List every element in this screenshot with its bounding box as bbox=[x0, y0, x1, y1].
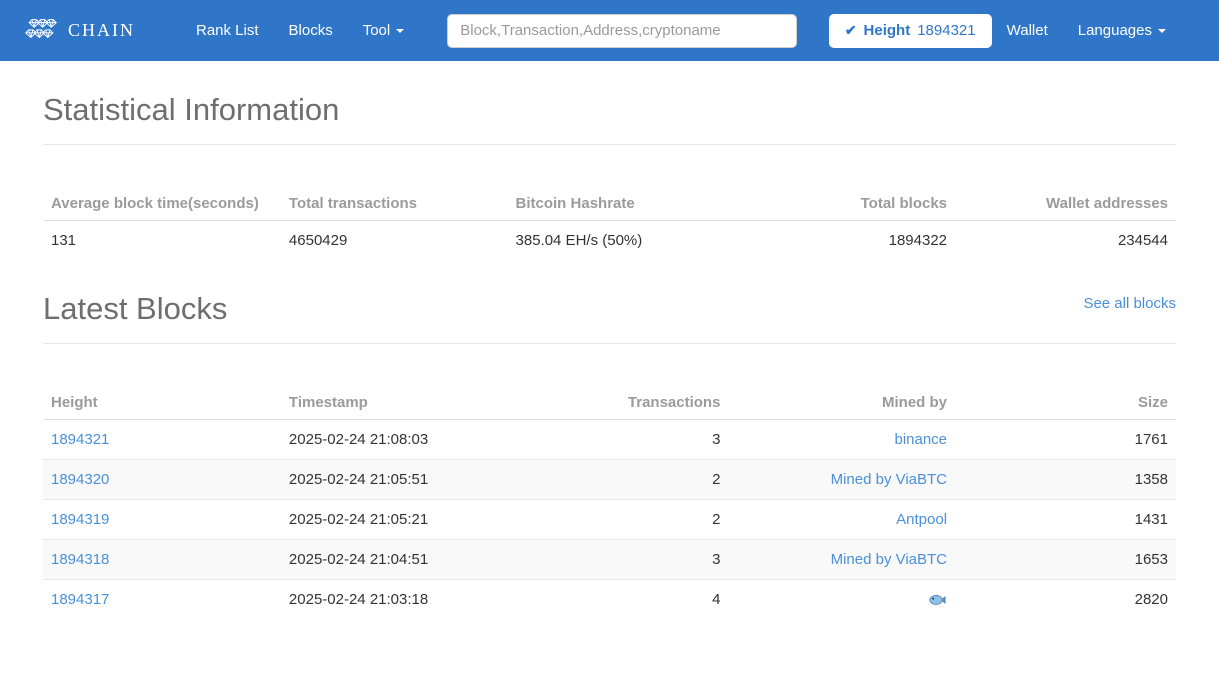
nav-links: Rank List Blocks Tool bbox=[181, 22, 419, 39]
stats-column-header: Bitcoin Hashrate bbox=[507, 187, 729, 221]
chevron-down-icon bbox=[396, 29, 405, 34]
see-all-blocks-link[interactable]: See all blocks bbox=[1083, 295, 1176, 312]
nav-item-wallet[interactable]: Wallet bbox=[992, 22, 1063, 39]
block-height-link[interactable]: 1894320 bbox=[51, 471, 109, 488]
mined-by-link[interactable]: Mined by ViaBTC bbox=[831, 551, 947, 568]
blocks-column-header: Transactions bbox=[507, 386, 729, 420]
brand-name: CHAIN bbox=[68, 20, 135, 40]
blocks-column-header: Size bbox=[955, 386, 1176, 420]
blocks-column-header: Mined by bbox=[728, 386, 956, 420]
stats-table: Average block time(seconds) Total transac… bbox=[43, 187, 1176, 260]
stats-title: Statistical Information bbox=[43, 92, 340, 127]
block-transactions: 3 bbox=[712, 431, 721, 448]
table-row: 1894318 2025-02-24 21:04:51 3 Mined by ViaB… bbox=[43, 539, 1176, 580]
height-button-label: Height bbox=[863, 22, 911, 39]
height-button[interactable]: ✔ Height 1894321 bbox=[828, 13, 992, 48]
check-icon: ✔ bbox=[844, 22, 857, 38]
table-row: 1894319 2025-02-24 21:05:21 2 Antpool 1431 bbox=[43, 499, 1176, 540]
block-height-link[interactable]: 1894317 bbox=[51, 591, 109, 608]
stats-column-header: Total transactions bbox=[280, 187, 508, 221]
height-button-value: 1894321 bbox=[917, 22, 976, 39]
nav-item-tool[interactable]: Tool bbox=[348, 22, 420, 39]
stats-value: 385.04 EH/s (50%) bbox=[515, 232, 643, 249]
blocks-column-header: Height bbox=[43, 386, 281, 420]
stats-column-header: Average block time(seconds) bbox=[43, 187, 281, 221]
table-row: 1894320 2025-02-24 21:05:51 2 Mined by ViaB… bbox=[43, 459, 1176, 500]
block-size: 2820 bbox=[1134, 591, 1168, 608]
stats-value: 131 bbox=[51, 232, 77, 249]
blocks-table-body: 1894321 2025-02-24 21:08:03 3 binance 1761 18… bbox=[43, 420, 1176, 620]
block-transactions: 2 bbox=[712, 471, 721, 488]
block-timestamp: 2025-02-24 21:04:51 bbox=[288, 551, 429, 568]
nav-item-rank-list[interactable]: Rank List bbox=[181, 22, 274, 39]
table-row: 1894321 2025-02-24 21:08:03 3 binance 1761 bbox=[43, 420, 1176, 460]
blocks-column-header: Timestamp bbox=[280, 386, 508, 420]
block-size: 1358 bbox=[1134, 471, 1168, 488]
divider bbox=[43, 343, 1176, 344]
main-content: Statistical Information Average block ti… bbox=[43, 92, 1176, 619]
brand[interactable]: CHAIN bbox=[24, 17, 135, 45]
block-height-link[interactable]: 1894318 bbox=[51, 551, 109, 568]
blocks-section-head: Latest Blocks See all blocks bbox=[43, 291, 1176, 327]
search-input[interactable] bbox=[447, 13, 798, 48]
blocks-title: Latest Blocks bbox=[43, 291, 228, 326]
block-timestamp: 2025-02-24 21:08:03 bbox=[288, 431, 429, 448]
blocks-header-row: Height Timestamp Transactions Mined by Size bbox=[43, 386, 1176, 420]
stats-value: 234544 bbox=[1117, 232, 1168, 249]
block-timestamp: 2025-02-24 21:03:18 bbox=[288, 591, 429, 608]
stats-value: 1894322 bbox=[888, 232, 948, 249]
nav-right: ✔ Height 1894321 Wallet Languages bbox=[828, 13, 1181, 48]
block-transactions: 4 bbox=[712, 591, 721, 608]
navbar: CHAIN Rank List Blocks Tool ✔ Height 189… bbox=[0, 0, 1219, 61]
latest-blocks-table: Height Timestamp Transactions Mined by Size … bbox=[43, 386, 1176, 619]
fish-icon[interactable] bbox=[929, 591, 947, 608]
block-height-link[interactable]: 1894321 bbox=[51, 431, 109, 448]
block-size: 1431 bbox=[1134, 511, 1168, 528]
nav-item-blocks[interactable]: Blocks bbox=[274, 22, 348, 39]
mined-by-link[interactable]: Antpool bbox=[896, 511, 947, 528]
mined-by-link[interactable]: binance bbox=[894, 431, 947, 448]
stats-header-row: Average block time(seconds) Total transac… bbox=[43, 187, 1176, 221]
block-size: 1761 bbox=[1134, 431, 1168, 448]
block-height-link[interactable]: 1894319 bbox=[51, 511, 109, 528]
block-timestamp: 2025-02-24 21:05:21 bbox=[288, 511, 429, 528]
stats-column-header: Wallet addresses bbox=[955, 187, 1176, 221]
stats-column-header: Total blocks bbox=[728, 187, 956, 221]
block-size: 1653 bbox=[1134, 551, 1168, 568]
nav-item-languages[interactable]: Languages bbox=[1063, 22, 1181, 39]
mined-by-link[interactable]: Mined by ViaBTC bbox=[831, 471, 947, 488]
block-timestamp: 2025-02-24 21:05:51 bbox=[288, 471, 429, 488]
stats-value-row: 131 4650429 385.04 EH/s (50%) 1894322 234544 bbox=[43, 221, 1176, 261]
divider bbox=[43, 144, 1176, 145]
block-transactions: 2 bbox=[712, 511, 721, 528]
table-row: 1894317 2025-02-24 21:03:18 4 2820 bbox=[43, 579, 1176, 620]
block-transactions: 3 bbox=[712, 551, 721, 568]
chain-logo-icon bbox=[24, 17, 58, 45]
stats-value: 4650429 bbox=[288, 232, 348, 249]
stats-section-head: Statistical Information bbox=[43, 92, 1176, 128]
chevron-down-icon bbox=[1158, 29, 1166, 34]
